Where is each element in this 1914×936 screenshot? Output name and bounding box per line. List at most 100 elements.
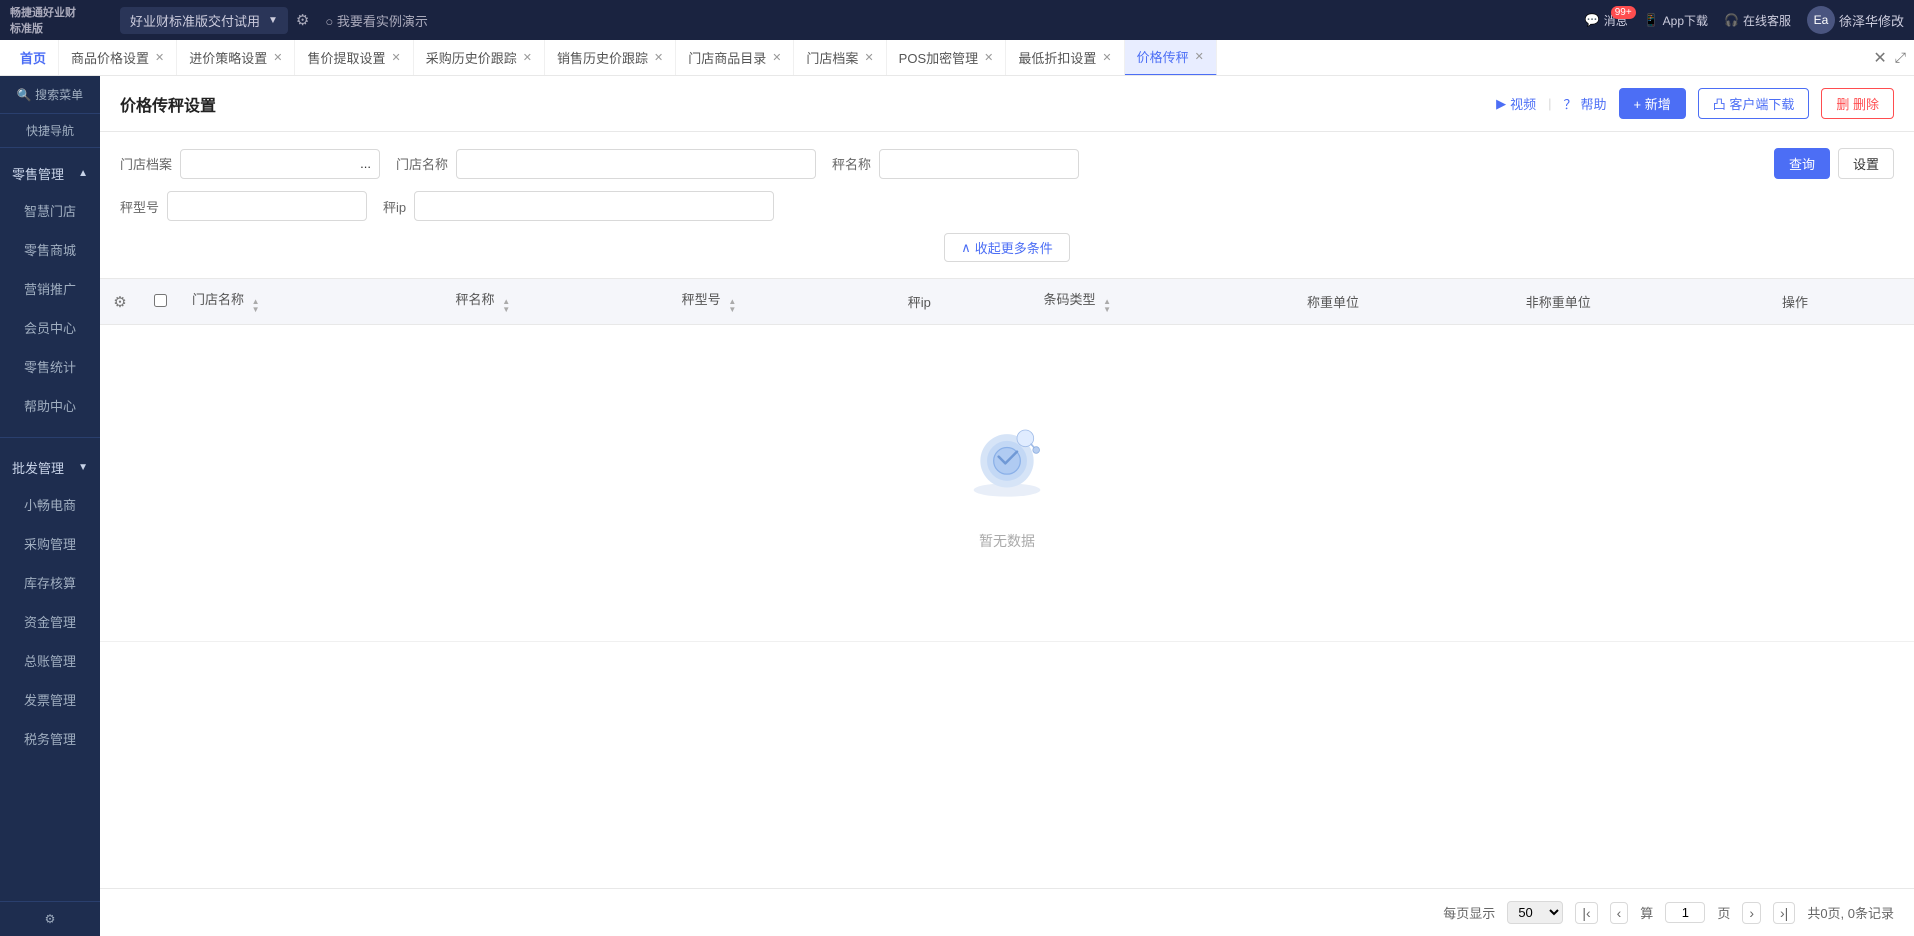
- sidebar-item-retail-stats[interactable]: 零售统计: [0, 347, 100, 386]
- filter-scale-name: 秤名称: [832, 149, 1079, 179]
- video-link[interactable]: ▶ 视频: [1496, 94, 1536, 113]
- help-link[interactable]: ？ 帮助: [1564, 94, 1607, 113]
- select-all-checkbox[interactable]: [154, 294, 167, 307]
- sidebar-item-purchase[interactable]: 采购管理: [0, 524, 100, 563]
- edition-selector[interactable]: 好业财标准版交付试用 ▼: [120, 7, 288, 34]
- tab-close-icon[interactable]: ✕: [984, 51, 993, 64]
- username: 徐泽华修改: [1839, 11, 1904, 30]
- data-table: ⚙ 门店名称 ▲▼ 秤名称 ▲▼: [100, 279, 1914, 642]
- sidebar-item-inventory[interactable]: 库存核算: [0, 563, 100, 602]
- sidebar-item-member[interactable]: 会员中心: [0, 308, 100, 347]
- page-size-select[interactable]: 10 20 50 100: [1507, 901, 1563, 924]
- edition-label: 好业财标准版交付试用: [130, 11, 260, 30]
- sidebar-item-help[interactable]: 帮助中心: [0, 386, 100, 425]
- tab-close-icon[interactable]: ✕: [392, 51, 401, 64]
- table-settings-icon[interactable]: ⚙: [113, 294, 126, 311]
- tab-close-icon[interactable]: ✕: [155, 51, 164, 64]
- ellipsis-icon: ...: [360, 156, 371, 171]
- tab-sale-history[interactable]: 销售历史价跟踪 ✕: [545, 40, 676, 76]
- tab-close-icon[interactable]: ✕: [864, 51, 873, 64]
- page-input[interactable]: [1665, 902, 1705, 923]
- next-page-button[interactable]: ›: [1742, 902, 1761, 924]
- tab-price-scale[interactable]: 价格传秤 ✕: [1125, 40, 1217, 76]
- table-head: ⚙ 门店名称 ▲▼ 秤名称 ▲▼: [100, 279, 1914, 325]
- tab-label: 采购历史价跟踪: [426, 48, 517, 67]
- sidebar-item-retail-mall[interactable]: 零售商城: [0, 230, 100, 269]
- sidebar-group-wholesale[interactable]: 批发管理 ▼: [0, 450, 100, 485]
- tab-product-pricing[interactable]: 商品价格设置 ✕: [59, 40, 177, 76]
- tab-store-profile[interactable]: 门店档案 ✕: [794, 40, 886, 76]
- first-page-button[interactable]: |‹: [1575, 902, 1597, 924]
- col-scale-model: 秤型号 ▲▼: [670, 279, 896, 325]
- chevron-down-icon: ▼: [268, 15, 278, 26]
- collapse-filter-button[interactable]: ∧ 收起更多条件: [944, 233, 1070, 262]
- sidebar-item-marketing[interactable]: 营销推广: [0, 269, 100, 308]
- tab-close-icon[interactable]: ✕: [772, 51, 781, 64]
- message-icon: 💬: [1585, 13, 1600, 27]
- user-area[interactable]: Ea 徐泽华修改: [1807, 6, 1904, 34]
- filter-row-2: 秤型号 秤ip: [120, 191, 1894, 221]
- sidebar-item-invoice[interactable]: 发票管理: [0, 680, 100, 719]
- sidebar-item-label: 总账管理: [24, 654, 76, 669]
- query-button[interactable]: 查询: [1774, 148, 1830, 179]
- tab-min-discount[interactable]: 最低折扣设置 ✕: [1006, 40, 1124, 76]
- tab-close-icon[interactable]: ✕: [1102, 51, 1111, 64]
- sidebar-item-label: 小畅电商: [24, 498, 76, 513]
- col-scale-ip-label: 秤ip: [908, 295, 931, 310]
- prev-page-button[interactable]: ‹: [1610, 902, 1629, 924]
- col-scale-ip: 秤ip: [896, 279, 1032, 325]
- topbar-settings-icon[interactable]: ⚙: [296, 11, 309, 29]
- tab-close-icon[interactable]: ✕: [523, 51, 532, 64]
- filter-store-profile: 门店档案 ...: [120, 149, 380, 179]
- scale-model-input[interactable]: [167, 191, 367, 221]
- tabbar-actions: ✕ ⤢: [1873, 48, 1906, 68]
- close-tab-button[interactable]: ✕: [1873, 48, 1886, 68]
- scale-name-input[interactable]: [879, 149, 1079, 179]
- sidebar-item-ledger[interactable]: 总账管理: [0, 641, 100, 680]
- tab-sale-price[interactable]: 售价提取设置 ✕: [295, 40, 413, 76]
- tab-pos-management[interactable]: POS加密管理 ✕: [887, 40, 1007, 76]
- sidebar-item-label: 智慧门店: [24, 204, 76, 219]
- online-service-btn[interactable]: 🎧 在线客服: [1724, 12, 1791, 29]
- delete-button[interactable]: 删 删除: [1821, 88, 1894, 119]
- expand-tab-button[interactable]: ⤢: [1895, 49, 1906, 66]
- sidebar-item-ecom[interactable]: 小畅电商: [0, 485, 100, 524]
- store-profile-label: 门店档案: [120, 154, 172, 173]
- sidebar-quick-nav[interactable]: 快捷导航: [0, 114, 100, 148]
- scale-model-label: 秤型号: [120, 197, 159, 216]
- sidebar-item-tax[interactable]: 税务管理: [0, 719, 100, 758]
- page-title: 价格传秤设置: [120, 92, 216, 116]
- store-profile-input[interactable]: ...: [180, 149, 380, 179]
- tab-purchase-history[interactable]: 采购历史价跟踪 ✕: [414, 40, 545, 76]
- tab-close-icon[interactable]: ✕: [273, 51, 282, 64]
- app-download-btn[interactable]: 📱 App下载: [1644, 12, 1708, 29]
- sidebar-item-label: 发票管理: [24, 693, 76, 708]
- col-scale-model-label: 秤型号: [682, 292, 721, 307]
- sidebar-search[interactable]: 🔍 搜索菜单: [0, 76, 100, 114]
- last-page-button[interactable]: ›|: [1773, 902, 1795, 924]
- download-button[interactable]: 凸 客户端下载: [1698, 88, 1810, 119]
- sidebar-group-retail[interactable]: 零售管理 ▲: [0, 156, 100, 191]
- tab-home[interactable]: 首页: [8, 40, 59, 76]
- sidebar-item-finance[interactable]: 资金管理: [0, 602, 100, 641]
- tab-home-label: 首页: [20, 48, 46, 67]
- settings-filter-button[interactable]: 设置: [1838, 148, 1894, 179]
- store-name-input[interactable]: [456, 149, 816, 179]
- demo-link[interactable]: 我要看实例演示: [325, 11, 427, 30]
- empty-state: 暂无数据: [112, 335, 1902, 631]
- scale-ip-input[interactable]: [414, 191, 774, 221]
- tab-close-icon[interactable]: ✕: [1195, 50, 1204, 63]
- tab-label: 销售历史价跟踪: [557, 48, 648, 67]
- question-icon: ？: [1564, 94, 1577, 113]
- sidebar-bottom-settings[interactable]: ⚙: [0, 901, 100, 936]
- sidebar: 🔍 搜索菜单 快捷导航 零售管理 ▲ 智慧门店 零售商城 营销推广 会员中心: [0, 76, 100, 936]
- play-icon: ▶: [1496, 96, 1506, 112]
- tab-close-icon[interactable]: ✕: [654, 51, 663, 64]
- sidebar-item-smart-store[interactable]: 智慧门店: [0, 191, 100, 230]
- app-subtitle: 标准版: [10, 20, 110, 36]
- tab-store-catalog[interactable]: 门店商品目录 ✕: [676, 40, 794, 76]
- add-button[interactable]: + 新增: [1619, 88, 1686, 119]
- tab-purchase-strategy[interactable]: 进价策略设置 ✕: [177, 40, 295, 76]
- col-barcode-type-label: 条码类型: [1043, 292, 1095, 307]
- messages-btn[interactable]: 💬 消息 99+: [1585, 12, 1628, 29]
